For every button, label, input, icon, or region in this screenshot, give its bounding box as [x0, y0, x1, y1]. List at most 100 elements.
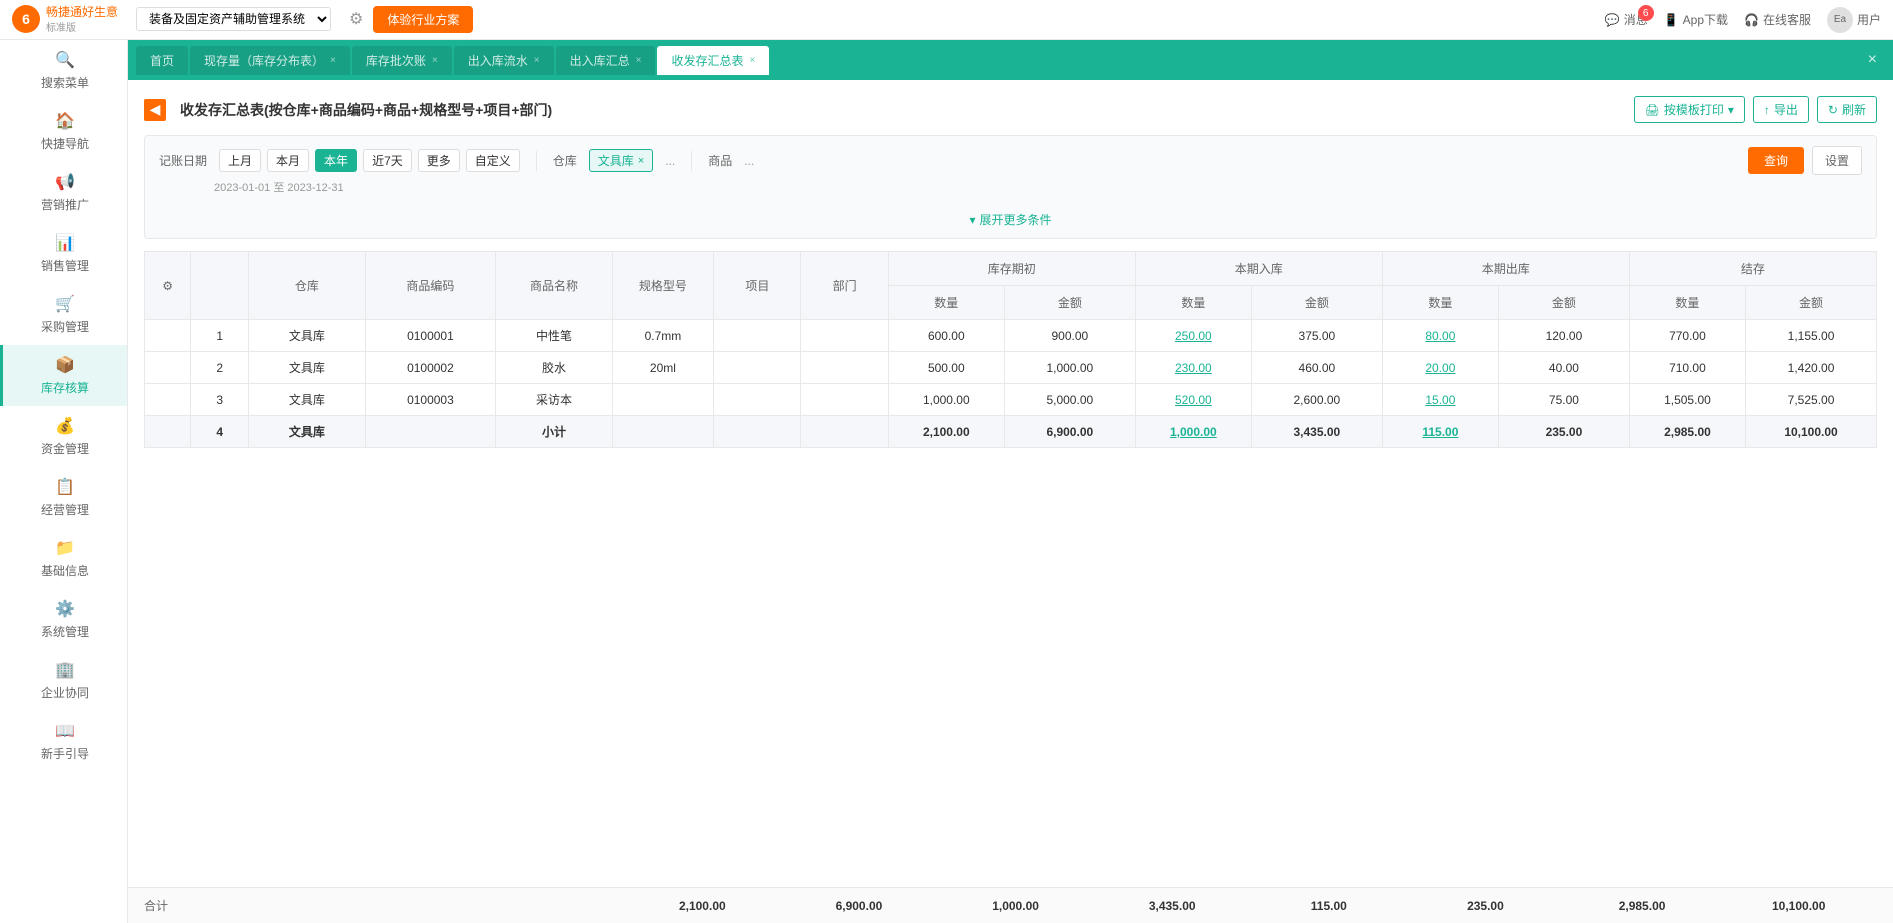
date-btn-more[interactable]: 更多 — [418, 149, 460, 172]
tab-close-inventory-dist[interactable]: × — [330, 55, 336, 66]
message-btn[interactable]: 💬 消息 6 — [1605, 11, 1648, 28]
date-btn-this-month[interactable]: 本月 — [267, 149, 309, 172]
goods-more[interactable]: ... — [744, 154, 754, 168]
row-warehouse-1: 文具库 — [249, 320, 365, 352]
row-opening-qty-1: 600.00 — [888, 320, 1004, 352]
row-spec-2: 20ml — [612, 352, 714, 384]
phone-icon: 📱 — [1664, 13, 1679, 27]
sidebar: 🔍 搜索菜单 🏠 快捷导航 📢 营销推广 📊 销售管理 🛒 采购管理 📦 — [0, 40, 128, 923]
tab-inout-flow[interactable]: 出入库流水 × — [454, 46, 554, 75]
sidebar-item-finance[interactable]: 💰 资金管理 — [0, 406, 127, 467]
th-in-qty: 数量 — [1135, 286, 1251, 320]
row-in-qty-3[interactable]: 520.00 — [1135, 384, 1251, 416]
tab-close-inout-summary[interactable]: × — [636, 55, 642, 66]
th-opening-qty: 数量 — [888, 286, 1004, 320]
th-out-amt: 金额 — [1499, 286, 1630, 320]
sidebar-item-guide[interactable]: 📖 新手引导 — [0, 711, 127, 772]
date-btn-7days[interactable]: 近7天 — [363, 149, 412, 172]
setting-btn[interactable]: 设置 — [1812, 146, 1862, 175]
print-icon: 🖨 — [1645, 103, 1660, 117]
sidebar-item-marketing[interactable]: 📢 营销推广 — [0, 162, 127, 223]
sidebar-item-system[interactable]: ⚙️ 系统管理 — [0, 589, 127, 650]
row-opening-amt-3: 5,000.00 — [1004, 384, 1135, 416]
row-balance-amt-3: 7,525.00 — [1746, 384, 1877, 416]
top-bar: 6 畅捷通好生意 标准版 装备及固定资产辅助管理系统 ⚙ 体验行业方案 💬 消息… — [0, 0, 1893, 40]
query-btn[interactable]: 查询 — [1748, 147, 1804, 174]
row-out-qty-2[interactable]: 20.00 — [1382, 352, 1498, 384]
table-settings-icon[interactable]: ⚙ — [162, 279, 173, 293]
row-in-qty-2[interactable]: 230.00 — [1135, 352, 1251, 384]
row-dept-2 — [801, 352, 888, 384]
subtotal-out-qty[interactable]: 115.00 — [1382, 416, 1498, 448]
logo-icon: 6 — [12, 5, 40, 33]
date-btn-last-month[interactable]: 上月 — [219, 149, 261, 172]
date-range: 2023-01-01 至 2023-12-31 — [214, 179, 1862, 195]
system-select[interactable]: 装备及固定资产辅助管理系统 — [136, 7, 331, 31]
expand-conditions-btn[interactable]: ▾ 展开更多条件 — [159, 211, 1862, 228]
tab-home[interactable]: 首页 — [136, 46, 188, 75]
date-btn-this-year[interactable]: 本年 — [315, 149, 357, 172]
subtotal-warehouse: 文具库 — [249, 416, 365, 448]
row-warehouse-2: 文具库 — [249, 352, 365, 384]
tab-recv-send-summary[interactable]: 收发存汇总表 × — [657, 46, 769, 75]
top-bar-left: 6 畅捷通好生意 标准版 装备及固定资产辅助管理系统 ⚙ 体验行业方案 — [12, 5, 473, 34]
sidebar-item-operations[interactable]: 📋 经营管理 — [0, 467, 127, 528]
avatar: Ea — [1827, 7, 1853, 33]
total-balance-qty: 2,985.00 — [1564, 899, 1721, 913]
date-btn-custom[interactable]: 自定义 — [466, 149, 520, 172]
subtotal-settings — [145, 416, 191, 448]
warehouse-tag-close[interactable]: × — [638, 155, 644, 167]
user-btn[interactable]: Ea 用户 — [1827, 7, 1881, 33]
collapse-arrow[interactable]: ◀ — [144, 99, 166, 121]
experience-btn[interactable]: 体验行业方案 — [373, 6, 473, 33]
basic-icon: 📁 — [55, 538, 75, 558]
tab-close-batch-ledger[interactable]: × — [432, 55, 438, 66]
subtotal-name: 小计 — [496, 416, 612, 448]
subtotal-code — [365, 416, 496, 448]
warehouse-more[interactable]: ... — [665, 154, 675, 168]
th-settings[interactable]: ⚙ — [145, 252, 191, 320]
sidebar-item-basic[interactable]: 📁 基础信息 — [0, 528, 127, 589]
tab-inventory-dist[interactable]: 现存量（库存分布表） × — [190, 46, 350, 75]
row-no-1: 1 — [191, 320, 249, 352]
online-service-btn[interactable]: 🎧 在线客服 — [1744, 11, 1811, 28]
row-out-qty-3[interactable]: 15.00 — [1382, 384, 1498, 416]
sidebar-item-quick-nav[interactable]: 🏠 快捷导航 — [0, 101, 127, 162]
app-download-btn[interactable]: 📱 App下载 — [1664, 11, 1728, 28]
print-template-btn[interactable]: 🖨 按模板打印 ▾ — [1634, 96, 1745, 123]
chevron-down-icon: ▾ — [1728, 103, 1734, 117]
subtotal-in-qty[interactable]: 1,000.00 — [1135, 416, 1251, 448]
tab-inout-summary[interactable]: 出入库汇总 × — [556, 46, 656, 75]
close-all-tabs[interactable]: × — [1860, 51, 1885, 69]
message-badge: 6 — [1638, 5, 1654, 21]
row-out-amt-1: 120.00 — [1499, 320, 1630, 352]
row-in-amt-3: 2,600.00 — [1251, 384, 1382, 416]
sidebar-label-quick-nav: 快捷导航 — [41, 135, 89, 152]
row-balance-qty-1: 770.00 — [1629, 320, 1745, 352]
row-in-qty-1[interactable]: 250.00 — [1135, 320, 1251, 352]
th-balance-amt: 金额 — [1746, 286, 1877, 320]
table-row: 1 文具库 0100001 中性笔 0.7mm 600.00 900.00 25… — [145, 320, 1877, 352]
row-opening-amt-1: 900.00 — [1004, 320, 1135, 352]
gear-settings[interactable]: ⚙ — [349, 9, 363, 29]
sidebar-item-sales[interactable]: 📊 销售管理 — [0, 223, 127, 284]
warehouse-tag[interactable]: 文具库 × — [589, 149, 653, 172]
finance-icon: 💰 — [55, 416, 75, 436]
tab-close-inout-flow[interactable]: × — [534, 55, 540, 66]
row-settings-3 — [145, 384, 191, 416]
tab-close-recv-send-summary[interactable]: × — [749, 55, 755, 66]
total-out-qty: 115.00 — [1251, 899, 1408, 913]
sidebar-item-purchase[interactable]: 🛒 采购管理 — [0, 284, 127, 345]
data-table: ⚙ 仓库 商品编码 商品名称 规格型号 项目 部门 库存期初 本期入库 — [144, 251, 1877, 448]
row-out-qty-1[interactable]: 80.00 — [1382, 320, 1498, 352]
sidebar-item-search[interactable]: 🔍 搜索菜单 — [0, 40, 127, 101]
row-code-3: 0100003 — [365, 384, 496, 416]
sidebar-item-inventory[interactable]: 📦 库存核算 — [0, 345, 127, 406]
page-title: 收发存汇总表(按仓库+商品编码+商品+规格型号+项目+部门) — [180, 100, 552, 120]
guide-icon: 📖 — [55, 721, 75, 741]
refresh-btn[interactable]: ↻ 刷新 — [1817, 96, 1877, 123]
sidebar-item-corp[interactable]: 🏢 企业协同 — [0, 650, 127, 711]
tab-batch-ledger[interactable]: 库存批次账 × — [352, 46, 452, 75]
th-project: 项目 — [714, 252, 801, 320]
export-btn[interactable]: ↑ 导出 — [1753, 96, 1809, 123]
